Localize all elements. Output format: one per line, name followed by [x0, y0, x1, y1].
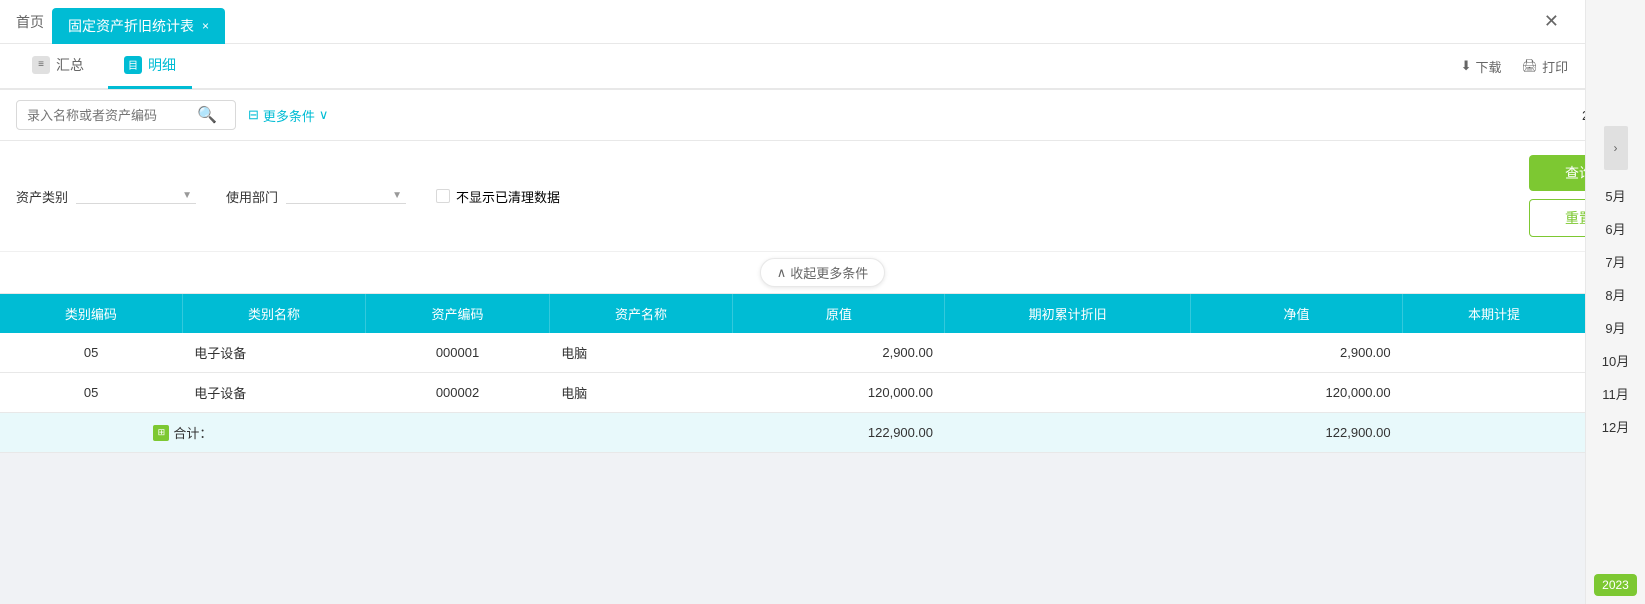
- total-original-value: 122,900.00: [733, 413, 945, 453]
- tab-summary[interactable]: ≡ 汇总: [16, 43, 100, 89]
- data-table: 类别编码 类别名称 资产编码 资产名称 原值 期初累计折旧 净值 本期计提 05…: [0, 294, 1585, 453]
- collapse-bar: ∧ 收起更多条件: [0, 252, 1645, 294]
- sub-tabs-bar: ≡ 汇总 目 明细 ⬇ 下载 🖨 打印 ↻ 刷新: [0, 44, 1645, 90]
- row1-accumulated-depreciation: [945, 333, 1190, 373]
- col-net-value: 净值: [1190, 294, 1402, 333]
- month-10[interactable]: 10月: [1586, 345, 1645, 376]
- main-tab[interactable]: 固定资产折旧统计表 ×: [52, 8, 225, 44]
- col-accumulated-depreciation: 期初累计折旧: [945, 294, 1190, 333]
- detail-label: 明细: [148, 55, 176, 75]
- row1-category-code: 05: [0, 333, 182, 373]
- search-input[interactable]: [27, 108, 197, 123]
- download-button[interactable]: ⬇ 下载: [1461, 57, 1502, 76]
- row1-original-value: 2,900.00: [733, 333, 945, 373]
- asset-category-dropdown-icon: ▼: [182, 190, 192, 201]
- col-asset-code: 资产编码: [366, 294, 549, 333]
- download-label: 下载: [1476, 57, 1502, 76]
- col-category-code: 类别编码: [0, 294, 182, 333]
- row1-current-depreciation: [1403, 333, 1585, 373]
- total-label-text: 合计：: [173, 423, 212, 442]
- more-conditions-label: 更多条件: [263, 106, 315, 125]
- home-link[interactable]: 首页: [16, 12, 44, 32]
- tab-detail[interactable]: 目 明细: [108, 43, 192, 89]
- summary-label: 汇总: [56, 55, 84, 75]
- window-close-button[interactable]: ✕: [1544, 11, 1559, 32]
- table-header: 类别编码 类别名称 资产编码 资产名称 原值 期初累计折旧 净值 本期计提: [0, 294, 1585, 333]
- row1-asset-code: 000001: [366, 333, 549, 373]
- table-row: 05 电子设备 000001 电脑 2,900.00 2,900.00: [0, 333, 1585, 373]
- month-12[interactable]: 12月: [1586, 411, 1645, 442]
- department-filter: 使用部门 ▼: [226, 187, 406, 206]
- row2-category-name: 电子设备: [182, 373, 365, 413]
- search-input-wrap[interactable]: 🔍: [16, 100, 236, 130]
- row2-net-value: 120,000.00: [1190, 373, 1402, 413]
- collapse-label: 收起更多条件: [790, 263, 868, 282]
- filter-icon: ⊟: [248, 107, 259, 123]
- download-icon: ⬇: [1461, 58, 1472, 74]
- total-current-depreciation: [1403, 413, 1585, 453]
- more-conditions-button[interactable]: ⊟ 更多条件 ∨: [248, 106, 328, 125]
- year-badge[interactable]: 2023: [1594, 574, 1637, 596]
- tab-close-icon[interactable]: ×: [202, 19, 209, 33]
- total-accumulated-depreciation: [945, 413, 1190, 453]
- department-label: 使用部门: [226, 187, 278, 206]
- table-body: 05 电子设备 000001 电脑 2,900.00 2,900.00 05 电…: [0, 333, 1585, 453]
- col-category-name: 类别名称: [182, 294, 365, 333]
- row2-asset-code: 000002: [366, 373, 549, 413]
- print-label: 打印: [1542, 57, 1568, 76]
- search-bar: 🔍 ⊟ 更多条件 ∨ 2023.01: [0, 90, 1645, 141]
- col-original-value: 原值: [733, 294, 945, 333]
- asset-category-filter: 资产类别 ▼: [16, 187, 196, 206]
- total-empty2: [549, 413, 732, 453]
- collapse-button[interactable]: ∧ 收起更多条件: [760, 258, 886, 287]
- asset-category-label: 资产类别: [16, 187, 68, 206]
- right-panel: › 5月 6月 7月 8月 9月 10月 11月 12月 2023: [1585, 0, 1645, 604]
- search-icon[interactable]: 🔍: [197, 105, 217, 125]
- total-icon: ⊞: [153, 425, 169, 441]
- total-net-value: 122,900.00: [1190, 413, 1402, 453]
- month-5[interactable]: 5月: [1586, 180, 1645, 211]
- table-row: 05 电子设备 000002 电脑 120,000.00 120,000.00: [0, 373, 1585, 413]
- month-6[interactable]: 6月: [1586, 213, 1645, 244]
- department-select[interactable]: ▼: [286, 188, 406, 204]
- month-7[interactable]: 7月: [1586, 246, 1645, 277]
- print-icon: 🖨: [1522, 58, 1539, 74]
- month-9[interactable]: 9月: [1586, 312, 1645, 343]
- col-current-depreciation: 本期计提: [1403, 294, 1585, 333]
- total-row: ⊞ 合计： 122,900.00 122,900.00: [0, 413, 1585, 453]
- chevron-down-icon: ∨: [319, 107, 329, 123]
- row2-current-depreciation: [1403, 373, 1585, 413]
- panel-arrow-button[interactable]: ›: [1604, 126, 1628, 170]
- month-8[interactable]: 8月: [1586, 279, 1645, 310]
- summary-icon: ≡: [32, 56, 50, 74]
- detail-icon: 目: [124, 56, 142, 74]
- row2-original-value: 120,000.00: [733, 373, 945, 413]
- table-wrapper: 类别编码 类别名称 资产编码 资产名称 原值 期初累计折旧 净值 本期计提 05…: [0, 294, 1585, 453]
- row2-category-code: 05: [0, 373, 182, 413]
- total-label-cell: ⊞ 合计：: [0, 413, 366, 453]
- row2-accumulated-depreciation: [945, 373, 1190, 413]
- total-empty1: [366, 413, 549, 453]
- top-nav: 首页 固定资产折旧统计表 × ✕: [0, 0, 1645, 44]
- col-asset-name: 资产名称: [549, 294, 732, 333]
- department-dropdown-icon: ▼: [392, 190, 402, 201]
- asset-category-select[interactable]: ▼: [76, 188, 196, 204]
- checkbox-box: [436, 189, 450, 203]
- hide-cleared-checkbox[interactable]: 不显示已清理数据: [436, 187, 560, 206]
- hide-cleared-label: 不显示已清理数据: [456, 187, 560, 206]
- row1-net-value: 2,900.00: [1190, 333, 1402, 373]
- month-list: 5月 6月 7月 8月 9月 10月 11月 12月: [1586, 180, 1645, 442]
- row1-category-name: 电子设备: [182, 333, 365, 373]
- row2-asset-name: 电脑: [549, 373, 732, 413]
- month-11[interactable]: 11月: [1586, 378, 1645, 409]
- row1-asset-name: 电脑: [549, 333, 732, 373]
- print-button[interactable]: 🖨 打印: [1522, 57, 1569, 76]
- collapse-up-icon: ∧: [777, 265, 787, 281]
- filter-row: 资产类别 ▼ 使用部门 ▼ 不显示已清理数据 查询 重置: [0, 141, 1645, 252]
- tab-title: 固定资产折旧统计表: [68, 16, 194, 36]
